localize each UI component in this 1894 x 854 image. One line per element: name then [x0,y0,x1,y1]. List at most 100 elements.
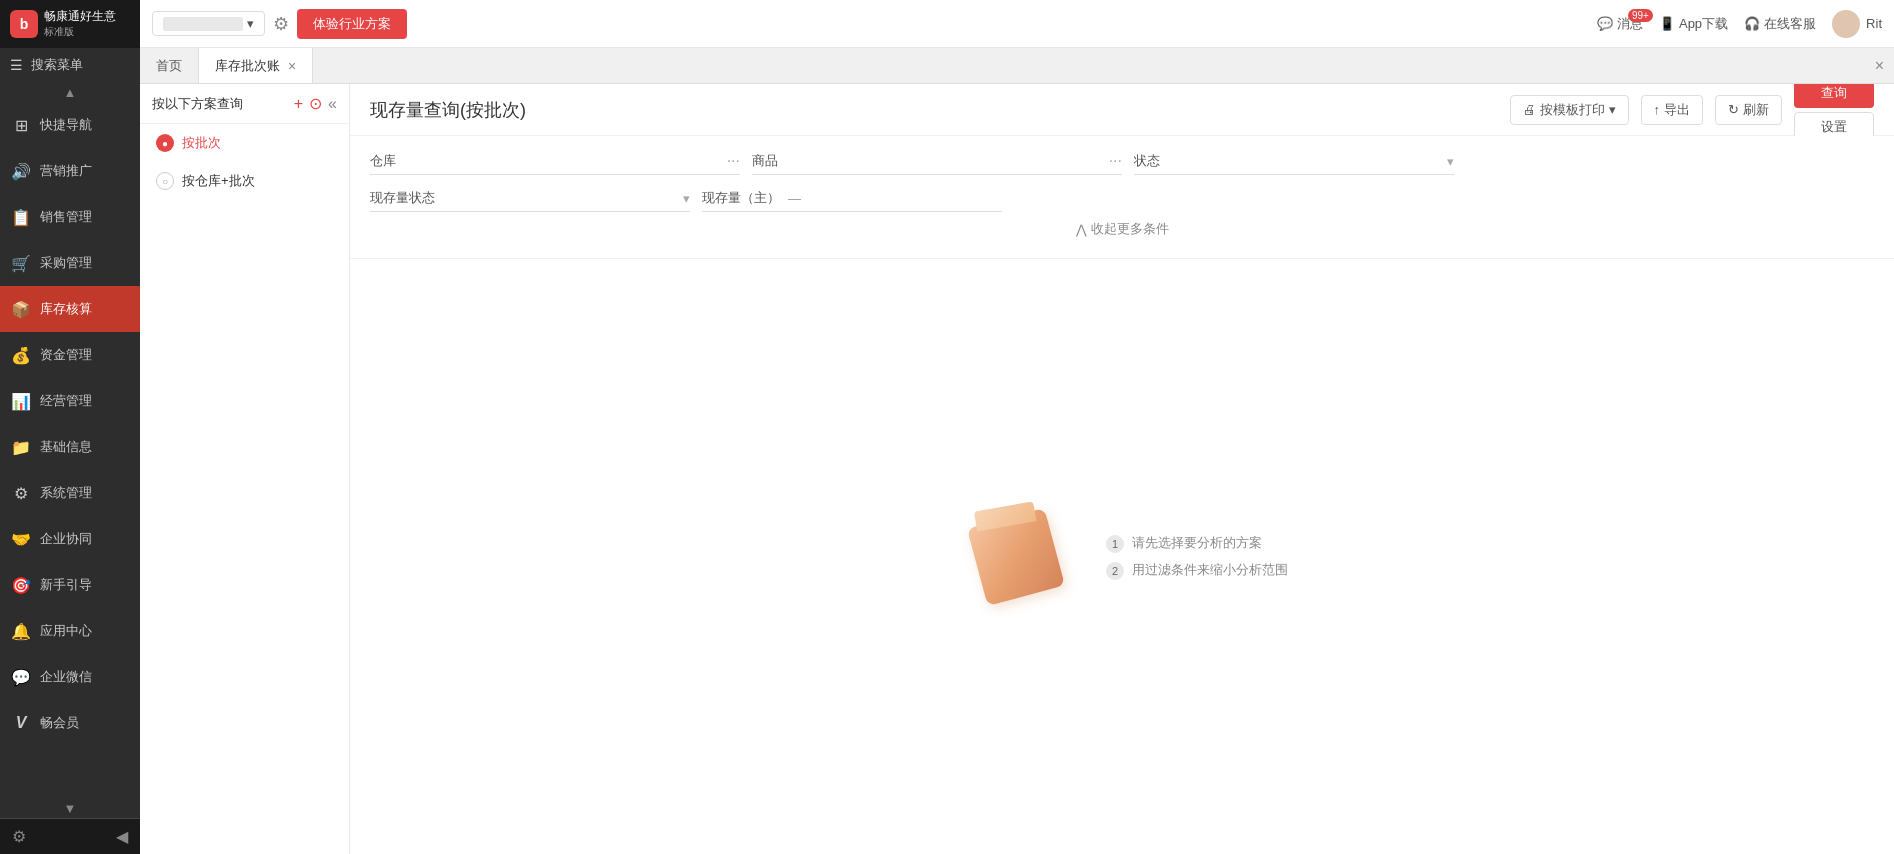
collapse-panel-icon[interactable]: « [328,95,337,113]
warehouse-filter[interactable]: 仓库 ··· [370,148,740,175]
query-button[interactable]: 查询 [1794,84,1874,108]
stock-status-filter[interactable]: 现存量状态 ▾ [370,185,690,212]
dropdown-arrow: ▾ [247,16,254,31]
sidebar-item-collab[interactable]: 🤝 企业协同 [0,516,140,562]
warehouse-input[interactable] [404,154,727,169]
empty-text: 1 请先选择要分析的方案 2 用过滤条件来缩小分析范围 [1106,534,1288,580]
sidebar-item-sales[interactable]: 📋 销售管理 [0,194,140,240]
tab-inventory-batch[interactable]: 库存批次账 × [199,48,313,83]
nav-label: 新手引导 [40,576,92,594]
print-icon: 🖨 [1523,102,1536,117]
inventory-icon: 📦 [10,298,32,320]
topbar-right: 💬 消息 99+ 📱 App下载 🎧 在线客服 Rit [1597,10,1882,38]
service-icon: 🎧 [1744,16,1760,31]
scheme-settings-icon[interactable]: ⊙ [309,94,322,113]
stock-main-dash: — [788,191,801,206]
add-scheme-icon[interactable]: + [294,95,303,113]
nav-label: 经营管理 [40,392,92,410]
page-title: 现存量查询(按批次) [370,98,526,122]
marketing-icon: 🔊 [10,160,32,182]
print-template-button[interactable]: 🖨 按模板打印 ▾ [1510,95,1629,125]
logo-text-block: 畅康通好生意 标准版 [44,9,116,39]
online-service-label: 在线客服 [1764,15,1816,33]
topbar-dropdown[interactable]: ▾ [152,11,265,36]
status-arrow: ▾ [1447,154,1454,169]
sidebar-item-inventory[interactable]: 📦 库存核算 [0,286,140,332]
sidebar-item-marketing[interactable]: 🔊 营销推广 [0,148,140,194]
refresh-label: 刷新 [1743,101,1769,119]
purchase-icon: 🛒 [10,252,32,274]
filter-row-1: 仓库 ··· 商品 ··· 状态 ▾ [370,148,1874,175]
user-name: Rit [1866,16,1882,31]
empty-state: 1 请先选择要分析的方案 2 用过滤条件来缩小分析范围 [350,259,1894,854]
nav-label: 营销推广 [40,162,92,180]
step-2-label: 用过滤条件来缩小分析范围 [1132,561,1288,579]
sidebar-item-basic[interactable]: 📁 基础信息 [0,424,140,470]
tab-close-icon[interactable]: × [288,58,296,74]
online-service-button[interactable]: 🎧 在线客服 [1744,15,1816,33]
sidebar-item-member[interactable]: V 畅会员 [0,700,140,746]
active-tab-label: 库存批次账 [215,57,280,75]
left-panel: 按以下方案查询 + ⊙ « ● 按批次 ○ 按仓库+批次 [140,84,350,854]
topbar-settings-icon[interactable]: ⚙ [273,13,289,35]
search-label: 搜索菜单 [31,56,83,74]
logo-title: 畅康通好生意 [44,9,116,25]
logo-subtitle: 标准版 [44,25,116,39]
sidebar-scroll-down[interactable]: ▼ [0,798,140,818]
app-icon: 📱 [1659,16,1675,31]
sidebar-scroll-up[interactable]: ▲ [0,82,140,102]
guide-icon: 🎯 [10,574,32,596]
product-input[interactable] [786,154,1109,169]
sidebar-item-system[interactable]: ⚙ 系统管理 [0,470,140,516]
nav-label: 畅会员 [40,714,79,732]
nav-label: 企业协同 [40,530,92,548]
warehouse-dots[interactable]: ··· [727,152,740,170]
sidebar-collapse-icon[interactable]: ◀ [116,827,128,846]
filter-area: 仓库 ··· 商品 ··· 状态 ▾ [350,136,1894,259]
scheme-item-batch[interactable]: ● 按批次 [140,124,349,162]
left-panel-header: 按以下方案查询 + ⊙ « [140,84,349,124]
sidebar-item-guide[interactable]: 🎯 新手引导 [0,562,140,608]
product-dots[interactable]: ··· [1109,152,1122,170]
product-filter[interactable]: 商品 ··· [752,148,1122,175]
logo-icon: b [10,10,38,38]
stock-main-label: 现存量（主） [702,189,780,207]
filter-row-2: 现存量状态 ▾ 现存量（主） — [370,185,1874,212]
sidebar-item-finance[interactable]: 💰 资金管理 [0,332,140,378]
empty-illustration [956,497,1076,617]
sidebar-bottom: ⚙ ◀ [0,818,140,854]
nav-label: 销售管理 [40,208,92,226]
user-menu[interactable]: Rit [1832,10,1882,38]
content-area: 按以下方案查询 + ⊙ « ● 按批次 ○ 按仓库+批次 现存量查询(按批次) [140,84,1894,854]
nav-label: 基础信息 [40,438,92,456]
quick-nav-icon: ⊞ [10,114,32,136]
nav-label: 应用中心 [40,622,92,640]
warehouse-label: 仓库 [370,152,396,170]
page-header: 现存量查询(按批次) 🖨 按模板打印 ▾ ↑ 导出 ↻ 刷新 [350,84,1894,136]
sidebar-item-purchase[interactable]: 🛒 采购管理 [0,240,140,286]
messages-badge: 99+ [1628,9,1653,22]
wechat-icon: 💬 [10,666,32,688]
status-filter[interactable]: 状态 ▾ [1134,148,1454,175]
tabbar: 首页 库存批次账 × × [140,48,1894,84]
print-arrow: ▾ [1609,102,1616,117]
collapse-more-button[interactable]: ⋀ 收起更多条件 [370,212,1874,246]
app-center-icon: 🔔 [10,620,32,642]
refresh-button[interactable]: ↻ 刷新 [1715,95,1782,125]
nav-label: 库存核算 [40,300,92,318]
messages-button[interactable]: 💬 消息 99+ [1597,15,1643,33]
scheme-item-warehouse-batch[interactable]: ○ 按仓库+批次 [140,162,349,200]
sidebar-item-business[interactable]: 📊 经营管理 [0,378,140,424]
app-download-button[interactable]: 📱 App下载 [1659,15,1728,33]
system-icon: ⚙ [10,482,32,504]
tab-close-right-icon[interactable]: × [1875,57,1884,75]
sidebar-search[interactable]: ☰ 搜索菜单 [0,48,140,82]
bottom-settings-icon[interactable]: ⚙ [12,827,26,846]
sidebar-item-wechat[interactable]: 💬 企业微信 [0,654,140,700]
dot-inactive: ○ [156,172,174,190]
export-button[interactable]: ↑ 导出 [1641,95,1704,125]
experience-button[interactable]: 体验行业方案 [297,9,407,39]
sidebar-item-app-center[interactable]: 🔔 应用中心 [0,608,140,654]
tab-home[interactable]: 首页 [140,48,199,83]
sidebar-item-quick-nav[interactable]: ⊞ 快捷导航 [0,102,140,148]
